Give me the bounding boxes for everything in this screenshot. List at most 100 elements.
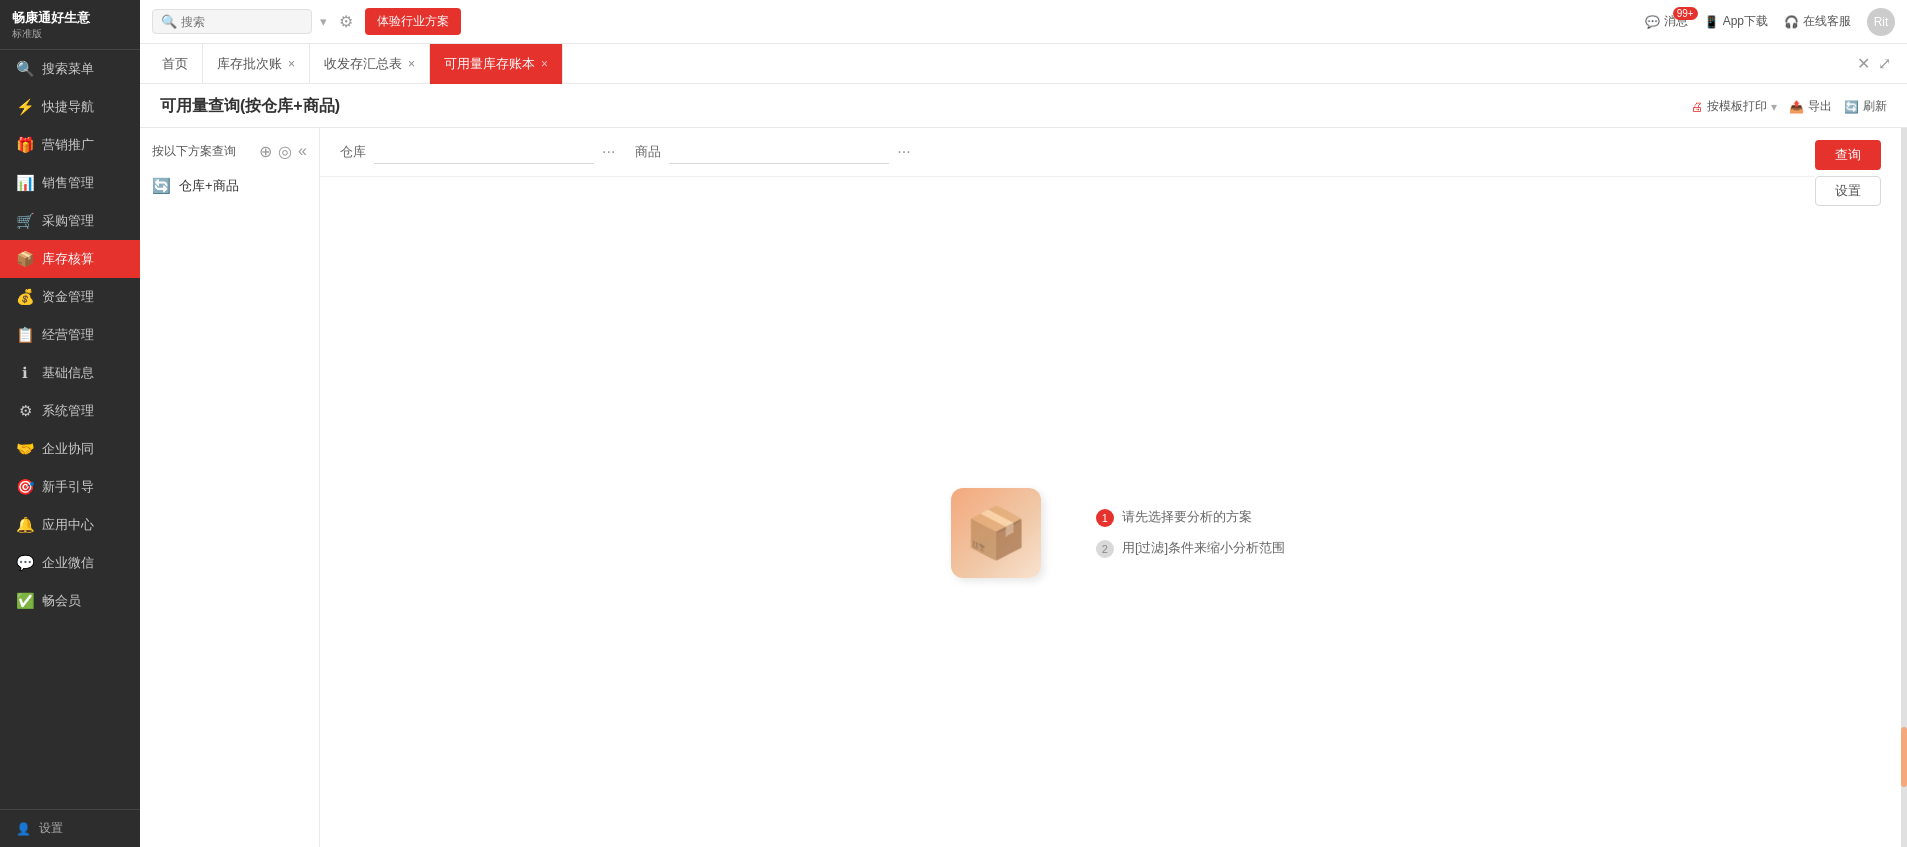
page-header: 可用量查询(按仓库+商品) 🖨 按模板打印 ▾ 📤 导出 🔄 刷新 [140,84,1907,128]
chevron-down-icon[interactable]: ▾ [320,14,327,29]
sidebar-item-wechat[interactable]: 💬 企业微信 [0,544,140,582]
sidebar-item-purchase[interactable]: 🛒 采购管理 [0,202,140,240]
sidebar-item-label: 新手引导 [42,478,94,496]
tip-text-2: 用[过滤]条件来缩小分析范围 [1122,539,1285,557]
industry-solution-button[interactable]: 体验行业方案 [365,8,461,35]
sidebar-item-label: 经营管理 [42,326,94,344]
sidebar-item-system[interactable]: ⚙ 系统管理 [0,392,140,430]
tab-label: 收发存汇总表 [324,55,402,73]
export-icon: 📤 [1789,100,1804,114]
lightning-icon: ⚡ [16,98,34,116]
query-filter-row: 仓库 ··· 商品 ··· [320,128,1815,177]
online-service-label: 在线客服 [1803,13,1851,30]
print-label: 按模板打印 [1707,98,1767,115]
sidebar-item-label: 企业协同 [42,440,94,458]
tab-close-icon[interactable]: × [408,57,415,71]
search-box[interactable]: 🔍 [152,9,312,34]
filter-item-warehouse-goods[interactable]: 🔄 仓库+商品 [140,169,319,203]
sidebar-item-management[interactable]: 📋 经营管理 [0,316,140,354]
goods-input[interactable] [669,140,889,164]
empty-tip-1: 1 请先选择要分析的方案 [1096,508,1285,527]
print-template-button[interactable]: 🖨 按模板打印 ▾ [1691,98,1777,115]
main-content: 🔍 ▾ ⚙ 体验行业方案 💬 消息 99+ 📱 App下载 🎧 在线客服 Rit [140,0,1907,847]
sidebar-item-nav[interactable]: ⚡ 快捷导航 [0,88,140,126]
sidebar-item-label: 搜索菜单 [42,60,94,78]
goods-more-icon[interactable]: ··· [897,143,910,161]
sidebar-item-enterprise[interactable]: 🤝 企业协同 [0,430,140,468]
sidebar-item-search[interactable]: 🔍 搜索菜单 [0,50,140,88]
export-button[interactable]: 📤 导出 [1789,98,1832,115]
collapse-icon[interactable]: « [298,142,307,161]
tab-home[interactable]: 首页 [148,44,203,84]
cart-icon: 🛒 [16,212,34,230]
warehouse-more-icon[interactable]: ··· [602,143,615,161]
query-button[interactable]: 查询 [1815,140,1881,170]
sidebar-bottom: 👤 设置 [0,809,140,847]
tab-summary-table[interactable]: 收发存汇总表 × [310,44,430,84]
warehouse-input[interactable] [374,140,594,164]
sidebar-item-member[interactable]: ✅ 畅会员 [0,582,140,620]
refresh-button[interactable]: 🔄 刷新 [1844,98,1887,115]
handshake-icon: 🤝 [16,440,34,458]
topbar: 🔍 ▾ ⚙ 体验行业方案 💬 消息 99+ 📱 App下载 🎧 在线客服 Rit [140,0,1907,44]
search-icon: 🔍 [16,60,34,78]
tip-number-2: 2 [1096,540,1114,558]
check-icon: ✅ [16,592,34,610]
tab-label: 可用量库存账本 [444,55,535,73]
goods-label: 商品 [635,143,661,161]
gear-icon[interactable]: ⚙ [335,8,357,35]
tab-batch-account[interactable]: 库存批次账 × [203,44,310,84]
maximize-icon[interactable]: ⤢ [1878,54,1891,73]
info-icon: ℹ [16,364,34,382]
search-icon: 🔍 [161,14,177,29]
tab-label: 库存批次账 [217,55,282,73]
refresh-label: 刷新 [1863,98,1887,115]
gear-icon: ⚙ [16,402,34,420]
sidebar-bottom-label: 设置 [39,820,63,837]
tab-close-icon[interactable]: × [288,57,295,71]
sidebar-item-app-center[interactable]: 🔔 应用中心 [0,506,140,544]
page-actions: 🖨 按模板打印 ▾ 📤 导出 🔄 刷新 [1691,98,1887,115]
app-download-link[interactable]: 📱 App下载 [1704,13,1768,30]
app-version: 标准版 [12,27,128,41]
sidebar-item-label: 企业微信 [42,554,94,572]
warehouse-filter-group: 仓库 ··· [340,140,615,164]
right-scrollbar[interactable] [1901,128,1907,847]
search-input[interactable] [181,15,303,29]
filter-panel: 按以下方案查询 ⊕ ◎ « 🔄 仓库+商品 [140,128,320,847]
filter-header-icons: ⊕ ◎ « [259,142,307,161]
user-profile[interactable]: Rit [1867,8,1895,36]
message-button[interactable]: 💬 消息 99+ [1645,13,1688,30]
print-icon: 🖨 [1691,100,1703,114]
tabs-bar: 首页 库存批次账 × 收发存汇总表 × 可用量库存账本 × ✕ ⤢ [140,44,1907,84]
user-name: Rit [1874,15,1889,29]
tab-close-icon[interactable]: × [541,57,548,71]
app-download-label: App下载 [1723,13,1768,30]
empty-illustration [936,473,1056,593]
headset-icon: 🎧 [1784,15,1799,29]
sidebar-item-finance[interactable]: 💰 资金管理 [0,278,140,316]
warehouse-goods-icon: 🔄 [152,177,171,195]
sidebar-item-sales[interactable]: 📊 销售管理 [0,164,140,202]
sidebar-item-basic-info[interactable]: ℹ 基础信息 [0,354,140,392]
sidebar-item-inventory[interactable]: 📦 库存核算 [0,240,140,278]
empty-tips: 1 请先选择要分析的方案 2 用[过滤]条件来缩小分析范围 [1096,508,1285,558]
add-scheme-icon[interactable]: ⊕ [259,142,272,161]
chevron-down-icon: ▾ [1771,100,1777,114]
settings-scheme-icon[interactable]: ◎ [278,142,292,161]
tab-available-qty[interactable]: 可用量库存账本 × [430,44,563,84]
sidebar-item-onboarding[interactable]: 🎯 新手引导 [0,468,140,506]
tabs-right-actions: ✕ ⤢ [1857,54,1899,73]
settings-button[interactable]: 设置 [1815,176,1881,206]
sidebar-item-marketing[interactable]: 🎁 营销推广 [0,126,140,164]
online-service-link[interactable]: 🎧 在线客服 [1784,13,1851,30]
scrollbar-thumb [1901,727,1907,787]
phone-icon: 📱 [1704,15,1719,29]
message-badge: 99+ [1673,7,1698,20]
close-window-button[interactable]: ✕ [1857,54,1870,73]
sidebar-item-label: 库存核算 [42,250,94,268]
refresh-icon: 🔄 [1844,100,1859,114]
chart-icon: 📊 [16,174,34,192]
sidebar-item-label: 采购管理 [42,212,94,230]
message-icon: 💬 [1645,15,1660,29]
